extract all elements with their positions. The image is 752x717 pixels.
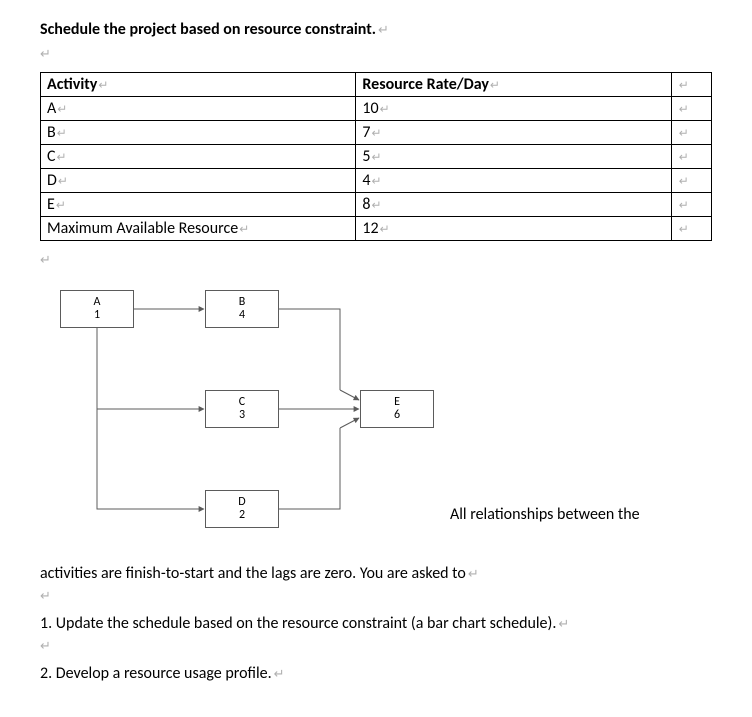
- node-d: D 2: [205, 490, 279, 528]
- row-end-mark: ↵: [671, 121, 711, 145]
- node-e-value: 6: [361, 409, 433, 422]
- row-end-mark: ↵: [671, 97, 711, 121]
- table-row-max: Maximum Available Resource↵ 12↵ ↵: [41, 217, 712, 241]
- cell-max-value: 12↵: [356, 217, 671, 241]
- node-d-value: 2: [206, 509, 278, 522]
- node-a-label: A: [61, 296, 133, 309]
- node-b: B 4: [205, 290, 279, 328]
- table-row: C↵ 5↵ ↵: [41, 145, 712, 169]
- blank-line: ↵: [40, 637, 712, 660]
- note-tail: All relationships between the: [450, 505, 640, 524]
- node-a-value: 1: [61, 309, 133, 322]
- row-end-mark: ↵: [671, 169, 711, 193]
- blank-line: ↵: [40, 587, 712, 610]
- intro-content: Schedule the project based on resource c…: [40, 20, 376, 39]
- blank-line: ↵: [40, 251, 712, 274]
- blank-line: ↵: [40, 45, 712, 68]
- row-end-mark: ↵: [671, 145, 711, 169]
- table-row: A↵ 10↵ ↵: [41, 97, 712, 121]
- node-e: E 6: [360, 390, 434, 428]
- node-c-label: C: [206, 396, 278, 409]
- header-rate: Resource Rate/Day↵: [356, 73, 671, 97]
- question-2: 2. Develop a resource usage profile.↵: [40, 664, 712, 683]
- cell-rate: 7↵: [356, 121, 671, 145]
- cell-activity: C↵: [41, 145, 356, 169]
- table-row: B↵ 7↵ ↵: [41, 121, 712, 145]
- network-diagram: A 1 B 4 C 3 D 2 E 6: [40, 280, 710, 560]
- cell-max-label: Maximum Available Resource↵: [41, 217, 356, 241]
- node-e-label: E: [361, 396, 433, 409]
- table-row: D↵ 4↵ ↵: [41, 169, 712, 193]
- node-b-label: B: [206, 296, 278, 309]
- node-d-label: D: [206, 496, 278, 509]
- cell-activity: D↵: [41, 169, 356, 193]
- row-end-mark: ↵: [671, 193, 711, 217]
- row-end-mark: ↵: [671, 217, 711, 241]
- node-c: C 3: [205, 390, 279, 428]
- node-a: A 1: [60, 290, 134, 328]
- node-b-value: 4: [206, 309, 278, 322]
- cell-activity: B↵: [41, 121, 356, 145]
- cell-rate: 8↵: [356, 193, 671, 217]
- header-activity: Activity↵: [41, 73, 356, 97]
- question-1: 1. Update the schedule based on the reso…: [40, 614, 712, 633]
- cell-activity: A↵: [41, 97, 356, 121]
- table-row: E↵ 8↵ ↵: [41, 193, 712, 217]
- table-header-row: Activity↵ Resource Rate/Day↵ ↵: [41, 73, 712, 97]
- intro-text: Schedule the project based on resource c…: [40, 20, 712, 39]
- continuation-text: activities are finish-to-start and the l…: [40, 564, 712, 583]
- cell-rate: 4↵: [356, 169, 671, 193]
- return-mark: ↵: [378, 22, 389, 37]
- cell-rate: 5↵: [356, 145, 671, 169]
- resource-table: Activity↵ Resource Rate/Day↵ ↵ A↵ 10↵ ↵ …: [40, 72, 712, 241]
- cell-rate: 10↵: [356, 97, 671, 121]
- row-end-mark: ↵: [671, 73, 711, 97]
- cell-activity: E↵: [41, 193, 356, 217]
- node-c-value: 3: [206, 409, 278, 422]
